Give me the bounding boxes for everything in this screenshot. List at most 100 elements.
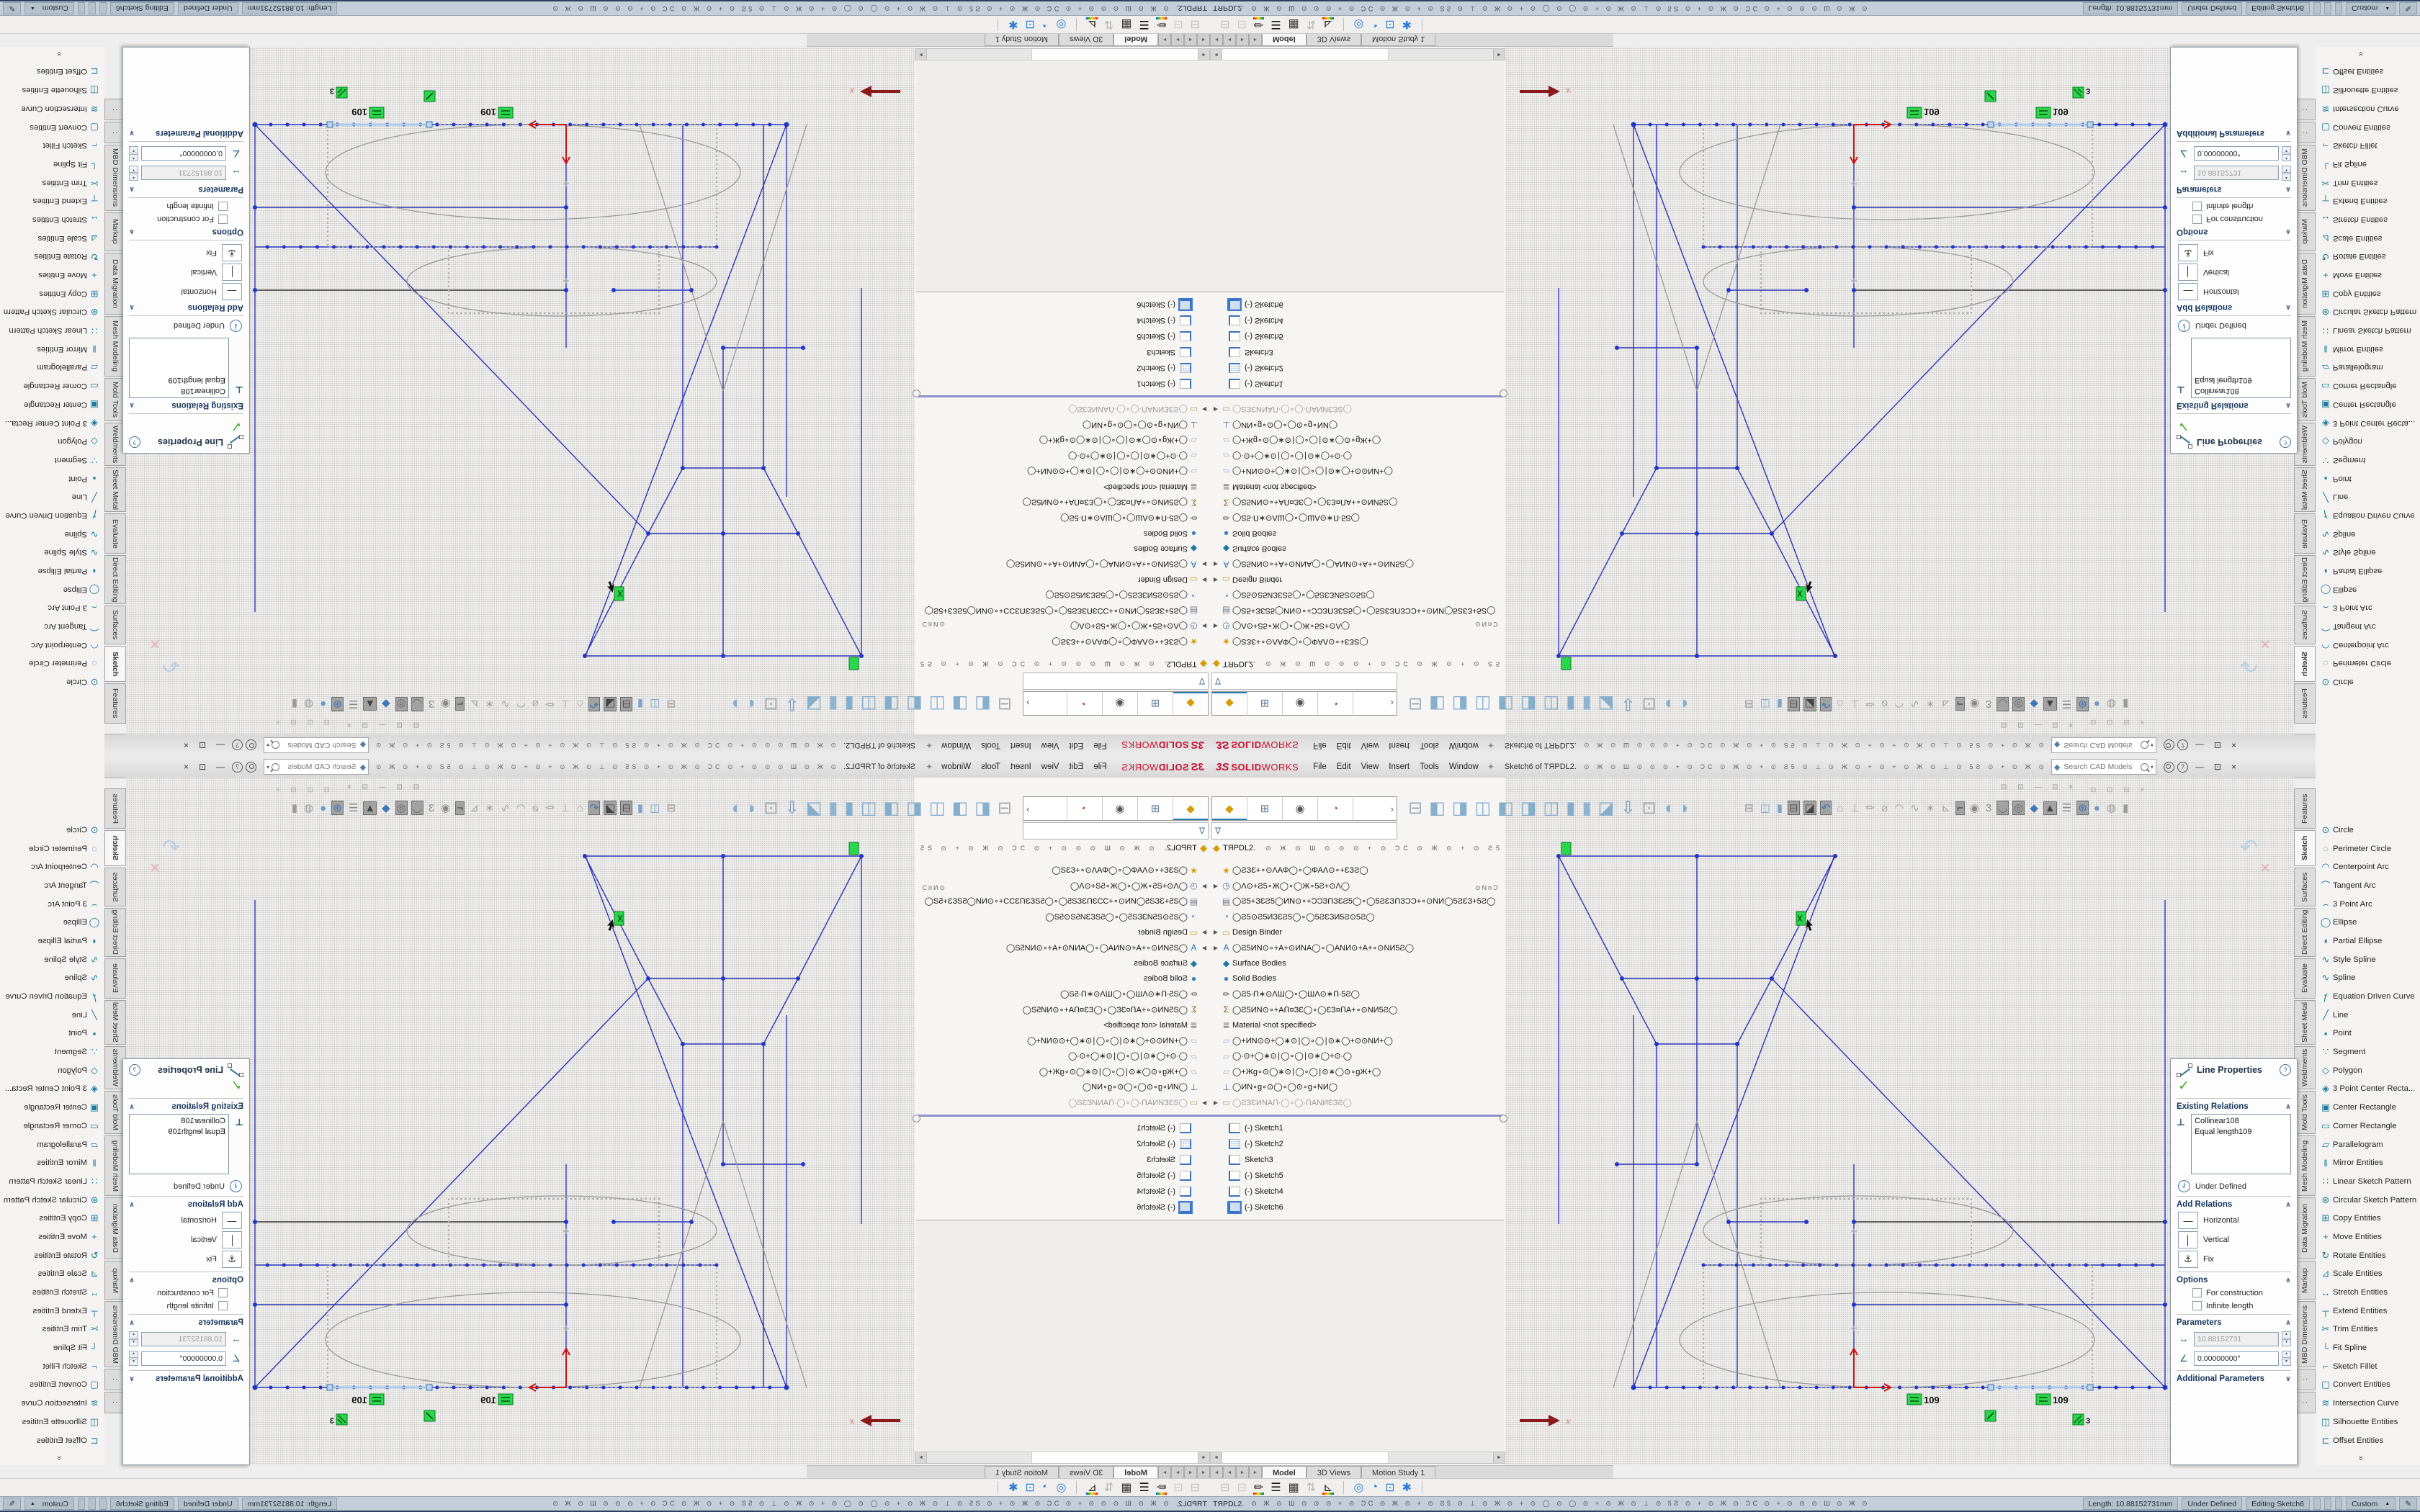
sketch-tool[interactable]: ┬ Extend Entities [2318, 1302, 2420, 1320]
sketch-tool[interactable]: ◫ Silhouette Entities [2318, 81, 2420, 99]
collapse-icon[interactable]: ∧ [2285, 186, 2291, 194]
sketch-tool[interactable]: ∿ Style Spline [0, 544, 102, 562]
tree-item[interactable]: ▶ Σ ◯Ƨ5ИΝ⊙∘+ΑՈ¤ЗƐ◯∘◯ƐЗ¤ՈΑ+∘⊙ΝИ5Ƨ◯ [918, 495, 1209, 510]
tree-item[interactable]: ▶ ▱ ◯+ИΝ⊙⊙+◯∗⊙∣◯∘◯∣⊙∗◯+⊙⊙ΝИ+◯ [1211, 1033, 1502, 1049]
sketch-tree-item[interactable]: Sketch3 [1211, 344, 1502, 360]
menu-item[interactable]: Tools [977, 739, 1005, 751]
tree-filter[interactable]: ∇ [1023, 672, 1209, 690]
tree-item[interactable]: ▶ ★ ◯ƧЗƐ+∘⊙ΛΑΦ◯∘◯ΦΑΛ⊙∘+ƐЗƧ◯ [1211, 863, 1502, 878]
view-toolbar-icon[interactable]: ✏ [1157, 17, 1166, 32]
search-input[interactable] [2062, 762, 2141, 772]
option-row[interactable]: Infinite length [2192, 202, 2291, 211]
close-button[interactable]: × [184, 762, 189, 772]
view-toolbar-icon[interactable]: ⇅ [1104, 1480, 1113, 1495]
tab-nav-icon[interactable]: ► [1249, 1466, 1262, 1479]
sketch-tool[interactable]: ≋ Intersection Curve [0, 99, 102, 118]
expand-arrow-icon[interactable]: ▶ [1200, 577, 1209, 583]
sketch-tool[interactable]: ⌢ 3 Point Arc [0, 599, 102, 618]
commandmanager-tab[interactable]: Direct Editing [104, 908, 126, 957]
search-box[interactable]: ◆ ▾ [264, 759, 369, 775]
sketch-tool[interactable]: ◌ Perimeter Circle [0, 840, 102, 858]
menu-item[interactable]: Edit [1065, 739, 1088, 751]
view-toolbar-icon[interactable]: ◎ [1354, 1480, 1364, 1495]
search-dropdown-icon[interactable]: ▾ [266, 742, 269, 749]
tree-item[interactable]: ▶ ▭ ◯ƧЗƐИΝΑՈ∙◯∘◯∙ՈΑΝИƐЗƧ◯ [918, 1095, 1209, 1111]
checkbox[interactable] [218, 1288, 228, 1297]
sketch-tool[interactable]: ◫ Silhouette Entities [0, 81, 102, 99]
checkbox[interactable] [2192, 1301, 2202, 1310]
tree-item[interactable]: ▶ ★ ◯ƧЗƐ+∘⊙ΛΑΦ◯∘◯ΦΑΛ⊙∘+ƐЗƧ◯ [1211, 634, 1502, 650]
sketch-tool[interactable]: ◖ Partial Ellipse [2318, 562, 2420, 580]
featuremanager-tab[interactable]: ◔ [1318, 797, 1353, 820]
sketch-tool[interactable]: ⌒ Tangent Arc [0, 876, 102, 895]
featuremanager-tab[interactable]: ⊞ [1137, 692, 1173, 715]
tree-item[interactable]: ▶ ⊥ ◯ИΝ∘g∘⊙◯∘◯⊙∘g∘ΝИ◯ [918, 1079, 1209, 1095]
document-tab[interactable]: Motion Study 1 [985, 1466, 1059, 1479]
menu-item[interactable]: Edit [1065, 761, 1088, 773]
sketch-tool[interactable]: ∿ Spline [2318, 969, 2420, 988]
sketch-tool[interactable]: ⊏ Offset Entities [2318, 63, 2420, 81]
featuremanager-tab[interactable]: ◉ [1283, 692, 1318, 715]
sketch-tool[interactable]: ∿ Style Spline [2318, 950, 2420, 969]
menu-item[interactable]: Insert [1006, 739, 1036, 751]
sketch-tool[interactable]: ƒ Equation Driven Curve [2318, 506, 2420, 525]
expand-arrow-icon[interactable]: ▶ [1211, 406, 1220, 413]
document-tab[interactable]: 3D Views [1307, 33, 1361, 46]
sketch-tool[interactable]: ⊞ Copy Entities [0, 284, 102, 303]
sketch-tool[interactable]: ⌒ Tangent Arc [2318, 617, 2420, 636]
document-tab[interactable]: Model [1113, 1466, 1158, 1479]
sketch-tool[interactable]: ◌ Perimeter Circle [2318, 840, 2420, 858]
sketch-tree-item[interactable]: (-) Sketch1 [1211, 1120, 1502, 1136]
expand-arrow-icon[interactable]: ▶ [1211, 623, 1220, 629]
option-row[interactable]: Infinite length [129, 1301, 228, 1310]
view-toolbar-icon[interactable]: ⊡ [1025, 1480, 1034, 1495]
sketch-tool[interactable]: ✂ Trim Entities [0, 174, 102, 192]
commandmanager-tab[interactable]: Sketch [2294, 646, 2316, 682]
sketch-tool[interactable]: ◖ Partial Ellipse [0, 932, 102, 950]
flyout-expand-icon[interactable]: › [1023, 797, 1067, 820]
sketch-tool[interactable]: ⊛ Circular Sketch Pattern [2318, 1191, 2420, 1210]
tree-item[interactable]: ▶ ✏ ◯Ƨ5∙Ո∗⊙ΛШ◯∘◯ШΛ⊙∗Ո∙5Ƨ◯ [918, 986, 1209, 1002]
relation-entry[interactable]: Equal length109 [2195, 374, 2287, 385]
tree-item[interactable]: ▶ ≣ Material <not specified> [918, 480, 1209, 495]
collapse-icon[interactable]: ∧ [2285, 1319, 2291, 1327]
sketch-tool[interactable]: ⊙ Circle [2318, 672, 2420, 691]
expand-arrow-icon[interactable]: ▶ [1211, 561, 1220, 567]
document-tab[interactable]: Model [1262, 1466, 1307, 1479]
featuremanager-tab[interactable]: ⊞ [1247, 692, 1283, 715]
sketch-tool[interactable]: ↻ Rotate Entities [0, 1246, 102, 1265]
sketch-tool[interactable]: └ Fit Spline [0, 1338, 102, 1357]
sketch-tool[interactable]: ⌐ Sketch Fillet [0, 136, 102, 155]
menu-item[interactable]: Window [937, 761, 975, 773]
scroll-left-icon[interactable]: ◄ [1211, 49, 1222, 60]
view-toolbar-icon[interactable]: ☰ [1139, 17, 1149, 32]
sketch-tool[interactable]: ≋ Intersection Curve [2318, 99, 2420, 118]
tree-item[interactable]: ▶ ▭ ◯ƧЗƐИΝΑՈ∙◯∘◯∙ՈΑΝИƐЗƧ◯ [1211, 402, 1502, 418]
sketch-tool[interactable]: ∿ Spline [0, 969, 102, 988]
sketch-tool[interactable]: ≋ Intersection Curve [0, 1394, 102, 1413]
tree-item[interactable]: ▶ ▱ ◯+ИΝ⊙⊙+◯∗⊙∣◯∘◯∣⊙∗◯+⊙⊙ΝИ+◯ [918, 1033, 1209, 1049]
expand-arrow-icon[interactable]: ▶ [1200, 883, 1209, 889]
sketch-tool[interactable]: ▢ Convert Entities [0, 118, 102, 137]
commandmanager-tab[interactable]: Direct Editing [104, 555, 126, 604]
search-icon[interactable] [2141, 763, 2148, 771]
commandmanager-tab[interactable]: Sheet Metal [2294, 1000, 2316, 1045]
sketch-tool[interactable]: ↻ Rotate Entities [0, 248, 102, 266]
sketch-tool[interactable]: ◠ Centerpoint Arc [2318, 636, 2420, 654]
collapse-icon[interactable]: ∧ [2285, 402, 2291, 410]
sketch-tool[interactable]: ◇ Polygon [0, 432, 102, 451]
sketch-tool[interactable]: ⊏ Offset Entities [0, 1431, 102, 1450]
commandmanager-tab[interactable]: Sketch [2294, 830, 2316, 866]
view-toolbar-icon[interactable]: ✏ [1254, 17, 1263, 32]
sketch-tool[interactable]: ╱ Line [0, 1006, 102, 1025]
expand-icon[interactable]: ∨ [2285, 130, 2291, 138]
document-tab[interactable]: Model [1262, 33, 1307, 46]
sketch-tool[interactable]: ◌ Perimeter Circle [2318, 654, 2420, 673]
relation-button-icon[interactable]: ⚓ [2178, 244, 2198, 261]
expand-arrow-icon[interactable]: ▶ [1211, 929, 1220, 935]
length-field[interactable]: 10.88152731 [141, 1332, 226, 1346]
pin-icon[interactable]: ✦ [1487, 740, 1494, 750]
minimize-button[interactable]: — [216, 740, 225, 750]
view-toolbar-icon[interactable]: ▦ [1289, 1480, 1299, 1495]
relation-button-icon[interactable]: — [2178, 283, 2198, 300]
